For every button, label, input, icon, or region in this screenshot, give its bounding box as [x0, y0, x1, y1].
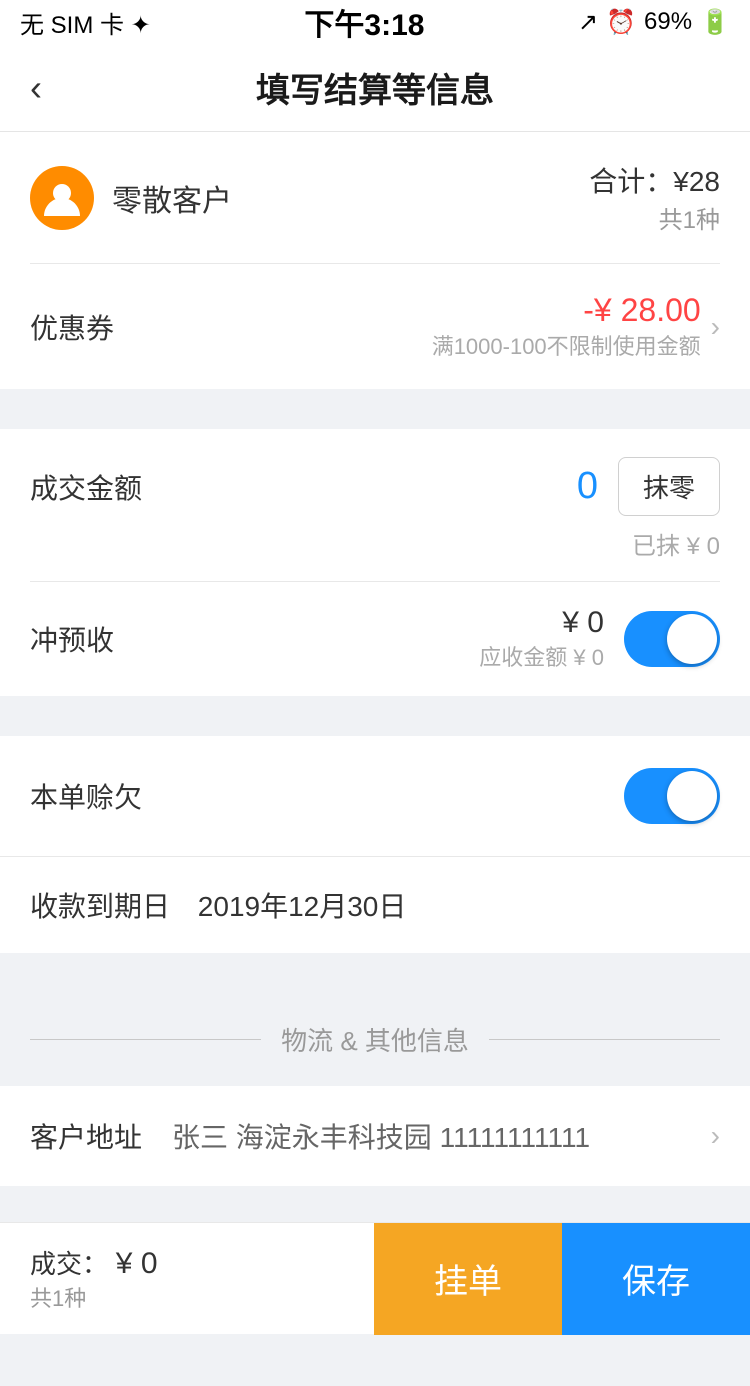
coupon-desc: 满1000-100不限制使用金额 — [432, 329, 701, 361]
prepay-row: 冲预收 ¥ 0 应收金额 ¥ 0 — [0, 582, 750, 696]
total-count: 共1种 — [589, 200, 720, 235]
debt-row: 本单赊欠 — [0, 736, 750, 856]
bottom-deal-value: ¥ 0 — [116, 1247, 158, 1280]
coupon-row[interactable]: 优惠券 -¥ 28.00 满1000-100不限制使用金额 › — [0, 264, 750, 389]
debt-section: 本单赊欠 收款到期日 2019年12月30日 — [0, 736, 750, 953]
alarm-icon: ⏰ — [606, 8, 636, 37]
status-bar: 无 SIM 卡 ✦ 下午3:18 ↗ ⏰ 69% 🔋 — [0, 0, 750, 44]
prepay-receivable: 应收金额 ¥ 0 — [479, 640, 604, 672]
transaction-label: 成交金额 — [30, 467, 142, 507]
logistics-line-right — [489, 1039, 720, 1040]
customer-section: 零散客户 合计：¥28 共1种 优惠券 -¥ 28.00 满1000-100不限… — [0, 132, 750, 389]
due-date-row: 收款到期日 2019年12月30日 — [0, 856, 750, 953]
amount-row: 成交金额 0 抹零 — [0, 429, 750, 526]
nav-bar: ‹ 填写结算等信息 — [0, 44, 750, 132]
avatar — [30, 166, 94, 230]
coupon-amount: -¥ 28.00 — [432, 292, 701, 329]
sim-text: 无 SIM 卡 ✦ — [20, 5, 151, 40]
customer-name: 零散客户 — [112, 176, 232, 220]
prepay-amount: ¥ 0 — [479, 606, 604, 640]
logistics-label: 物流 & 其他信息 — [281, 1021, 469, 1058]
debt-toggle[interactable] — [624, 768, 720, 824]
debt-label: 本单赊欠 — [30, 776, 142, 816]
coupon-label: 优惠券 — [30, 307, 114, 347]
transaction-section: 成交金额 0 抹零 已抹 ¥ 0 冲预收 ¥ 0 应收金额 ¥ 0 — [0, 429, 750, 696]
bottom-count: 共1种 — [30, 1281, 344, 1313]
chevron-right-icon: › — [711, 311, 720, 343]
due-date-value: 2019年12月30日 — [198, 891, 407, 922]
address-value: 张三 海淀永丰科技园 11111111111 — [172, 1116, 711, 1156]
bottom-bar: 成交： ¥ 0 共1种 挂单 保存 — [0, 1222, 750, 1334]
coupon-value-block: -¥ 28.00 满1000-100不限制使用金额 — [432, 292, 701, 361]
page-title: 填写结算等信息 — [256, 63, 494, 112]
customer-left: 零散客户 — [30, 166, 232, 230]
section-gap-1 — [0, 409, 750, 429]
address-section: 客户地址 张三 海淀永丰科技园 11111111111 › — [0, 1086, 750, 1186]
bottom-info: 成交： ¥ 0 共1种 — [0, 1244, 374, 1313]
logistics-line-left — [30, 1039, 261, 1040]
address-row[interactable]: 客户地址 张三 海淀永丰科技园 11111111111 › — [0, 1086, 750, 1186]
total-amount: 合计：¥28 — [589, 160, 720, 200]
already-rounded: 已抹 ¥ 0 — [0, 526, 750, 581]
customer-row: 零散客户 合计：¥28 共1种 — [0, 132, 750, 263]
address-label: 客户地址 — [30, 1116, 142, 1156]
location-icon: ↗ — [578, 8, 598, 37]
logistics-divider: 物流 & 其他信息 — [30, 1021, 720, 1058]
battery-icon: 🔋 — [700, 8, 730, 37]
address-chevron-icon: › — [711, 1120, 720, 1152]
prepay-amount-block: ¥ 0 应收金额 ¥ 0 — [479, 606, 604, 672]
prepay-right: ¥ 0 应收金额 ¥ 0 — [479, 606, 720, 672]
section-gap-3 — [0, 973, 750, 993]
prepay-toggle[interactable] — [624, 611, 720, 667]
logistics-section: 物流 & 其他信息 — [0, 993, 750, 1086]
round-button[interactable]: 抹零 — [618, 457, 720, 516]
bottom-deal-row: 成交： ¥ 0 — [30, 1244, 344, 1281]
status-time: 下午3:18 — [304, 0, 424, 44]
due-date-label: 收款到期日 — [30, 891, 170, 922]
prepay-label: 冲预收 — [30, 619, 114, 659]
status-left: 无 SIM 卡 ✦ — [20, 5, 151, 40]
status-right: ↗ ⏰ 69% 🔋 — [578, 8, 730, 37]
section-gap-2 — [0, 716, 750, 736]
back-button[interactable]: ‹ — [30, 67, 42, 109]
save-button[interactable]: 保存 — [562, 1223, 750, 1335]
amount-right: 0 抹零 — [577, 457, 720, 516]
transaction-value: 0 — [577, 465, 598, 508]
content-area: 零散客户 合计：¥28 共1种 优惠券 -¥ 28.00 满1000-100不限… — [0, 132, 750, 1386]
coupon-right: -¥ 28.00 满1000-100不限制使用金额 › — [432, 292, 720, 361]
toggle-knob — [667, 614, 717, 664]
debt-toggle-knob — [667, 771, 717, 821]
bottom-deal-label: 成交： — [30, 1249, 108, 1279]
customer-total: 合计：¥28 共1种 — [589, 160, 720, 235]
battery-text: 69% — [644, 8, 692, 36]
hang-button[interactable]: 挂单 — [374, 1223, 562, 1335]
